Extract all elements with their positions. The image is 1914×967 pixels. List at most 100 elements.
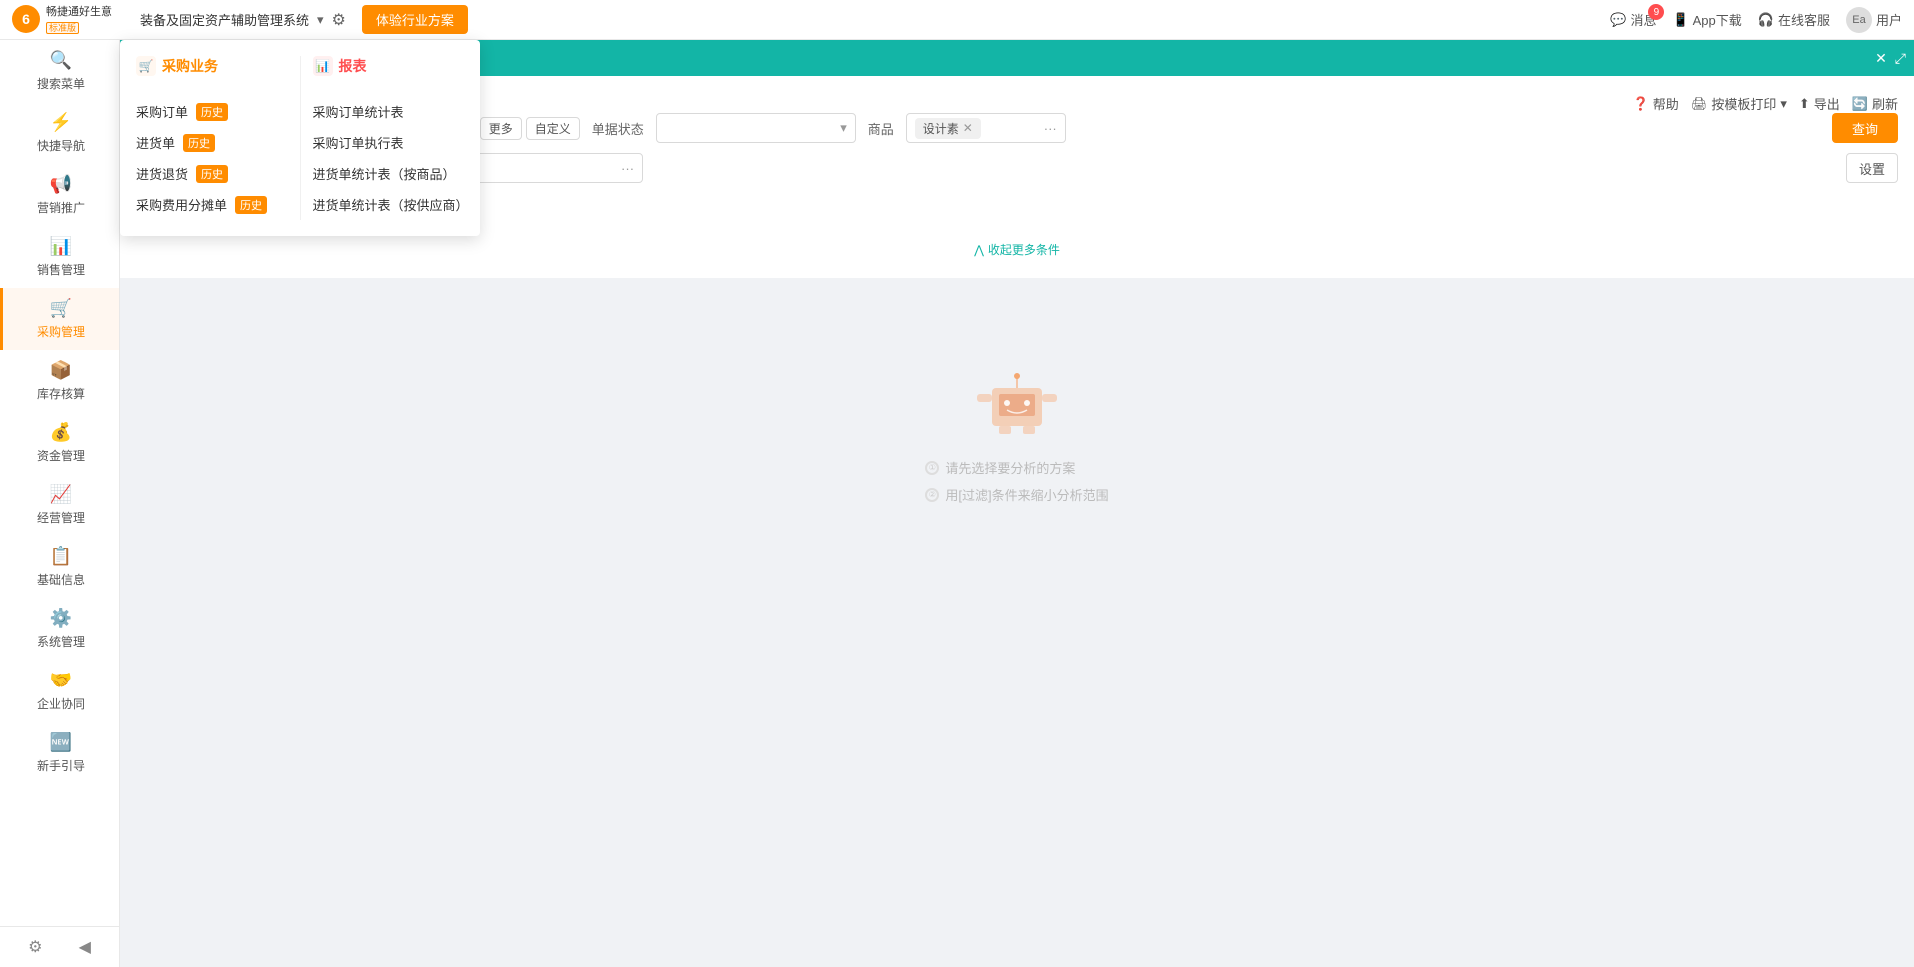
purchase-fee-label: 采购费用分摊单 — [136, 195, 227, 214]
stock-in-label: 进货单 — [136, 133, 175, 152]
purchase-col-icon: 🛒 — [136, 56, 156, 76]
refresh-btn[interactable]: 🔄 刷新 — [1852, 94, 1898, 113]
top-header: 6 畅捷通好生意 标准版 装备及固定资产辅助管理系统 ▾ ⚙ 体验行业方案 💬 … — [0, 0, 1914, 40]
sidebar-item-sales[interactable]: 📊 销售管理 — [0, 226, 119, 288]
user-label: 用户 — [1876, 10, 1902, 29]
title-dropdown-btn[interactable]: ▾ — [317, 12, 324, 28]
doc-status-dropdown-icon: ▾ — [840, 120, 847, 136]
online-service-btn[interactable]: 🎧 在线客服 — [1758, 10, 1830, 29]
dropdown-item-purchase-order[interactable]: 采购订单 历史 — [136, 96, 288, 127]
sidebar-item-operations[interactable]: 📈 经营管理 — [0, 474, 119, 536]
tab-controls: ✕ ⤢ — [1867, 50, 1914, 67]
tab-expand-icon[interactable]: ⤢ — [1895, 50, 1906, 67]
print-icon: 🖨 — [1691, 96, 1708, 112]
salesperson-select[interactable]: ··· — [463, 153, 643, 183]
sidebar-item-quicknav[interactable]: ⚡ 快捷导航 — [0, 102, 119, 164]
message-icon: 💬 — [1610, 12, 1626, 28]
sidebar-item-search[interactable]: 🔍 搜索菜单 — [0, 40, 119, 102]
sidebar-label-enterprise: 企业协同 — [37, 695, 85, 712]
quick-date-custom[interactable]: 自定义 — [526, 117, 580, 140]
sidebar-item-system[interactable]: ⚙️ 系统管理 — [0, 598, 119, 660]
purchase-dropdown: 🛒 采购业务 采购订单 历史 进货单 历史 进货退货 历史 采购费用分摊单 历史… — [120, 40, 480, 236]
message-btn[interactable]: 💬 消息 9 — [1610, 10, 1656, 29]
robot-svg — [967, 358, 1067, 438]
export-icon: ⬆ — [1799, 96, 1810, 112]
user-btn[interactable]: Ea 用户 — [1846, 7, 1902, 33]
history-badge-1: 历史 — [183, 134, 215, 152]
report-col-title-text: 报表 — [339, 56, 367, 76]
headset-icon: 🎧 — [1758, 12, 1774, 28]
industry-btn[interactable]: 体验行业方案 — [362, 5, 468, 34]
collapse-btn[interactable]: ⋀ 收起更多条件 — [974, 241, 1060, 258]
report-col-icon: 📊 — [313, 56, 333, 76]
footer-collapse-icon[interactable]: ◀ — [79, 937, 91, 957]
goods-more-dots: ··· — [1044, 121, 1057, 136]
system-title: 装备及固定资产辅助管理系统 — [140, 10, 309, 29]
empty-hints: ① 请先选择要分析的方案 ② 用[过滤]条件来缩小分析范围 — [925, 458, 1108, 504]
dropdown-item-purchase-fee[interactable]: 采购费用分摊单 历史 — [136, 189, 288, 220]
sidebar-item-inventory[interactable]: 📦 库存核算 — [0, 350, 119, 412]
sidebar-label-inventory: 库存核算 — [37, 385, 85, 402]
sidebar-label-operations: 经营管理 — [37, 509, 85, 526]
logo-icon: 6 — [12, 5, 40, 33]
sidebar-footer: ⚙ ◀ — [0, 926, 119, 967]
sidebar-item-purchase[interactable]: 🛒 采购管理 — [0, 288, 119, 350]
operations-icon: 📈 — [50, 484, 72, 505]
purchase-order-exec-label: 采购订单执行表 — [313, 133, 404, 152]
help-icon: ❓ — [1633, 96, 1649, 112]
sidebar-label-guide: 新手引导 — [37, 757, 85, 774]
goods-tag-close[interactable]: ✕ — [963, 121, 973, 135]
system-icon: ⚙️ — [50, 608, 72, 629]
logo-line1: 畅捷通好生意 — [46, 5, 112, 19]
app-download-label: App下载 — [1693, 10, 1742, 29]
salesperson-dots: ··· — [621, 161, 634, 176]
print-btn[interactable]: 🖨 按模板打印 ▾ — [1691, 94, 1787, 113]
app-download-btn[interactable]: 📱 App下载 — [1672, 10, 1741, 29]
query-btn[interactable]: 查询 — [1832, 113, 1898, 143]
phone-icon: 📱 — [1672, 12, 1688, 28]
dropdown-item-stock-return[interactable]: 进货退货 历史 — [136, 158, 288, 189]
sidebar-item-enterprise[interactable]: 🤝 企业协同 — [0, 660, 119, 722]
empty-hint-2: ② 用[过滤]条件来缩小分析范围 — [925, 485, 1108, 504]
collapse-row: ⋀ 收起更多条件 — [136, 233, 1898, 266]
help-btn[interactable]: ❓ 帮助 — [1633, 94, 1679, 113]
export-btn[interactable]: ⬆ 导出 — [1799, 94, 1840, 113]
dropdown-item-purchase-order-exec[interactable]: 采购订单执行表 — [313, 127, 465, 158]
footer-settings-icon[interactable]: ⚙ — [28, 937, 42, 957]
basicinfo-icon: 📋 — [50, 546, 72, 567]
settings-btn[interactable]: 设置 — [1846, 153, 1898, 183]
goods-select[interactable]: 设计素 ✕ ··· — [906, 113, 1066, 143]
dropdown-divider — [300, 56, 301, 220]
quick-date-more[interactable]: 更多 — [480, 117, 522, 140]
sidebar-label-marketing: 营销推广 — [37, 199, 85, 216]
sidebar-label-finance: 资金管理 — [37, 447, 85, 464]
report-col: 📊 报表 采购订单统计表 采购订单执行表 进货单统计表（按商品） 进货单统计表（… — [313, 56, 465, 220]
print-dropdown-icon[interactable]: ▾ — [1780, 96, 1787, 112]
logo-badge: 标准版 — [46, 22, 79, 34]
dropdown-item-stock-in[interactable]: 进货单 历史 — [136, 127, 288, 158]
bullet-1: ① — [925, 461, 939, 475]
purchase-col-title: 🛒 采购业务 — [136, 56, 288, 84]
dropdown-item-stock-stat-supplier[interactable]: 进货单统计表（按供应商） — [313, 189, 465, 220]
sidebar-label-purchase: 采购管理 — [37, 323, 85, 340]
purchase-order-label: 采购订单 — [136, 102, 188, 121]
sidebar-item-basicinfo[interactable]: 📋 基础信息 — [0, 536, 119, 598]
sidebar-label-search: 搜索菜单 — [37, 75, 85, 92]
dropdown-item-purchase-order-stat[interactable]: 采购订单统计表 — [313, 96, 465, 127]
settings-icon[interactable]: ⚙ — [332, 10, 346, 30]
hint-text-2: 用[过滤]条件来缩小分析范围 — [945, 485, 1108, 504]
guide-icon: 🆕 — [50, 732, 72, 753]
inventory-icon: 📦 — [50, 360, 72, 381]
doc-status-select[interactable]: ▾ — [656, 113, 856, 143]
sidebar-item-marketing[interactable]: 📢 营销推广 — [0, 164, 119, 226]
tab-close-all-icon[interactable]: ✕ — [1875, 50, 1887, 67]
sidebar-item-finance[interactable]: 💰 资金管理 — [0, 412, 119, 474]
doc-status-label: 单据状态 — [592, 119, 644, 138]
stock-stat-goods-label: 进货单统计表（按商品） — [313, 164, 456, 183]
finance-icon: 💰 — [50, 422, 72, 443]
message-badge: 9 — [1648, 4, 1664, 20]
goods-tag-text: 设计素 — [923, 120, 959, 137]
sidebar-item-guide[interactable]: 🆕 新手引导 — [0, 722, 119, 784]
avatar-text: Ea — [1852, 14, 1865, 26]
dropdown-item-stock-stat-goods[interactable]: 进货单统计表（按商品） — [313, 158, 465, 189]
